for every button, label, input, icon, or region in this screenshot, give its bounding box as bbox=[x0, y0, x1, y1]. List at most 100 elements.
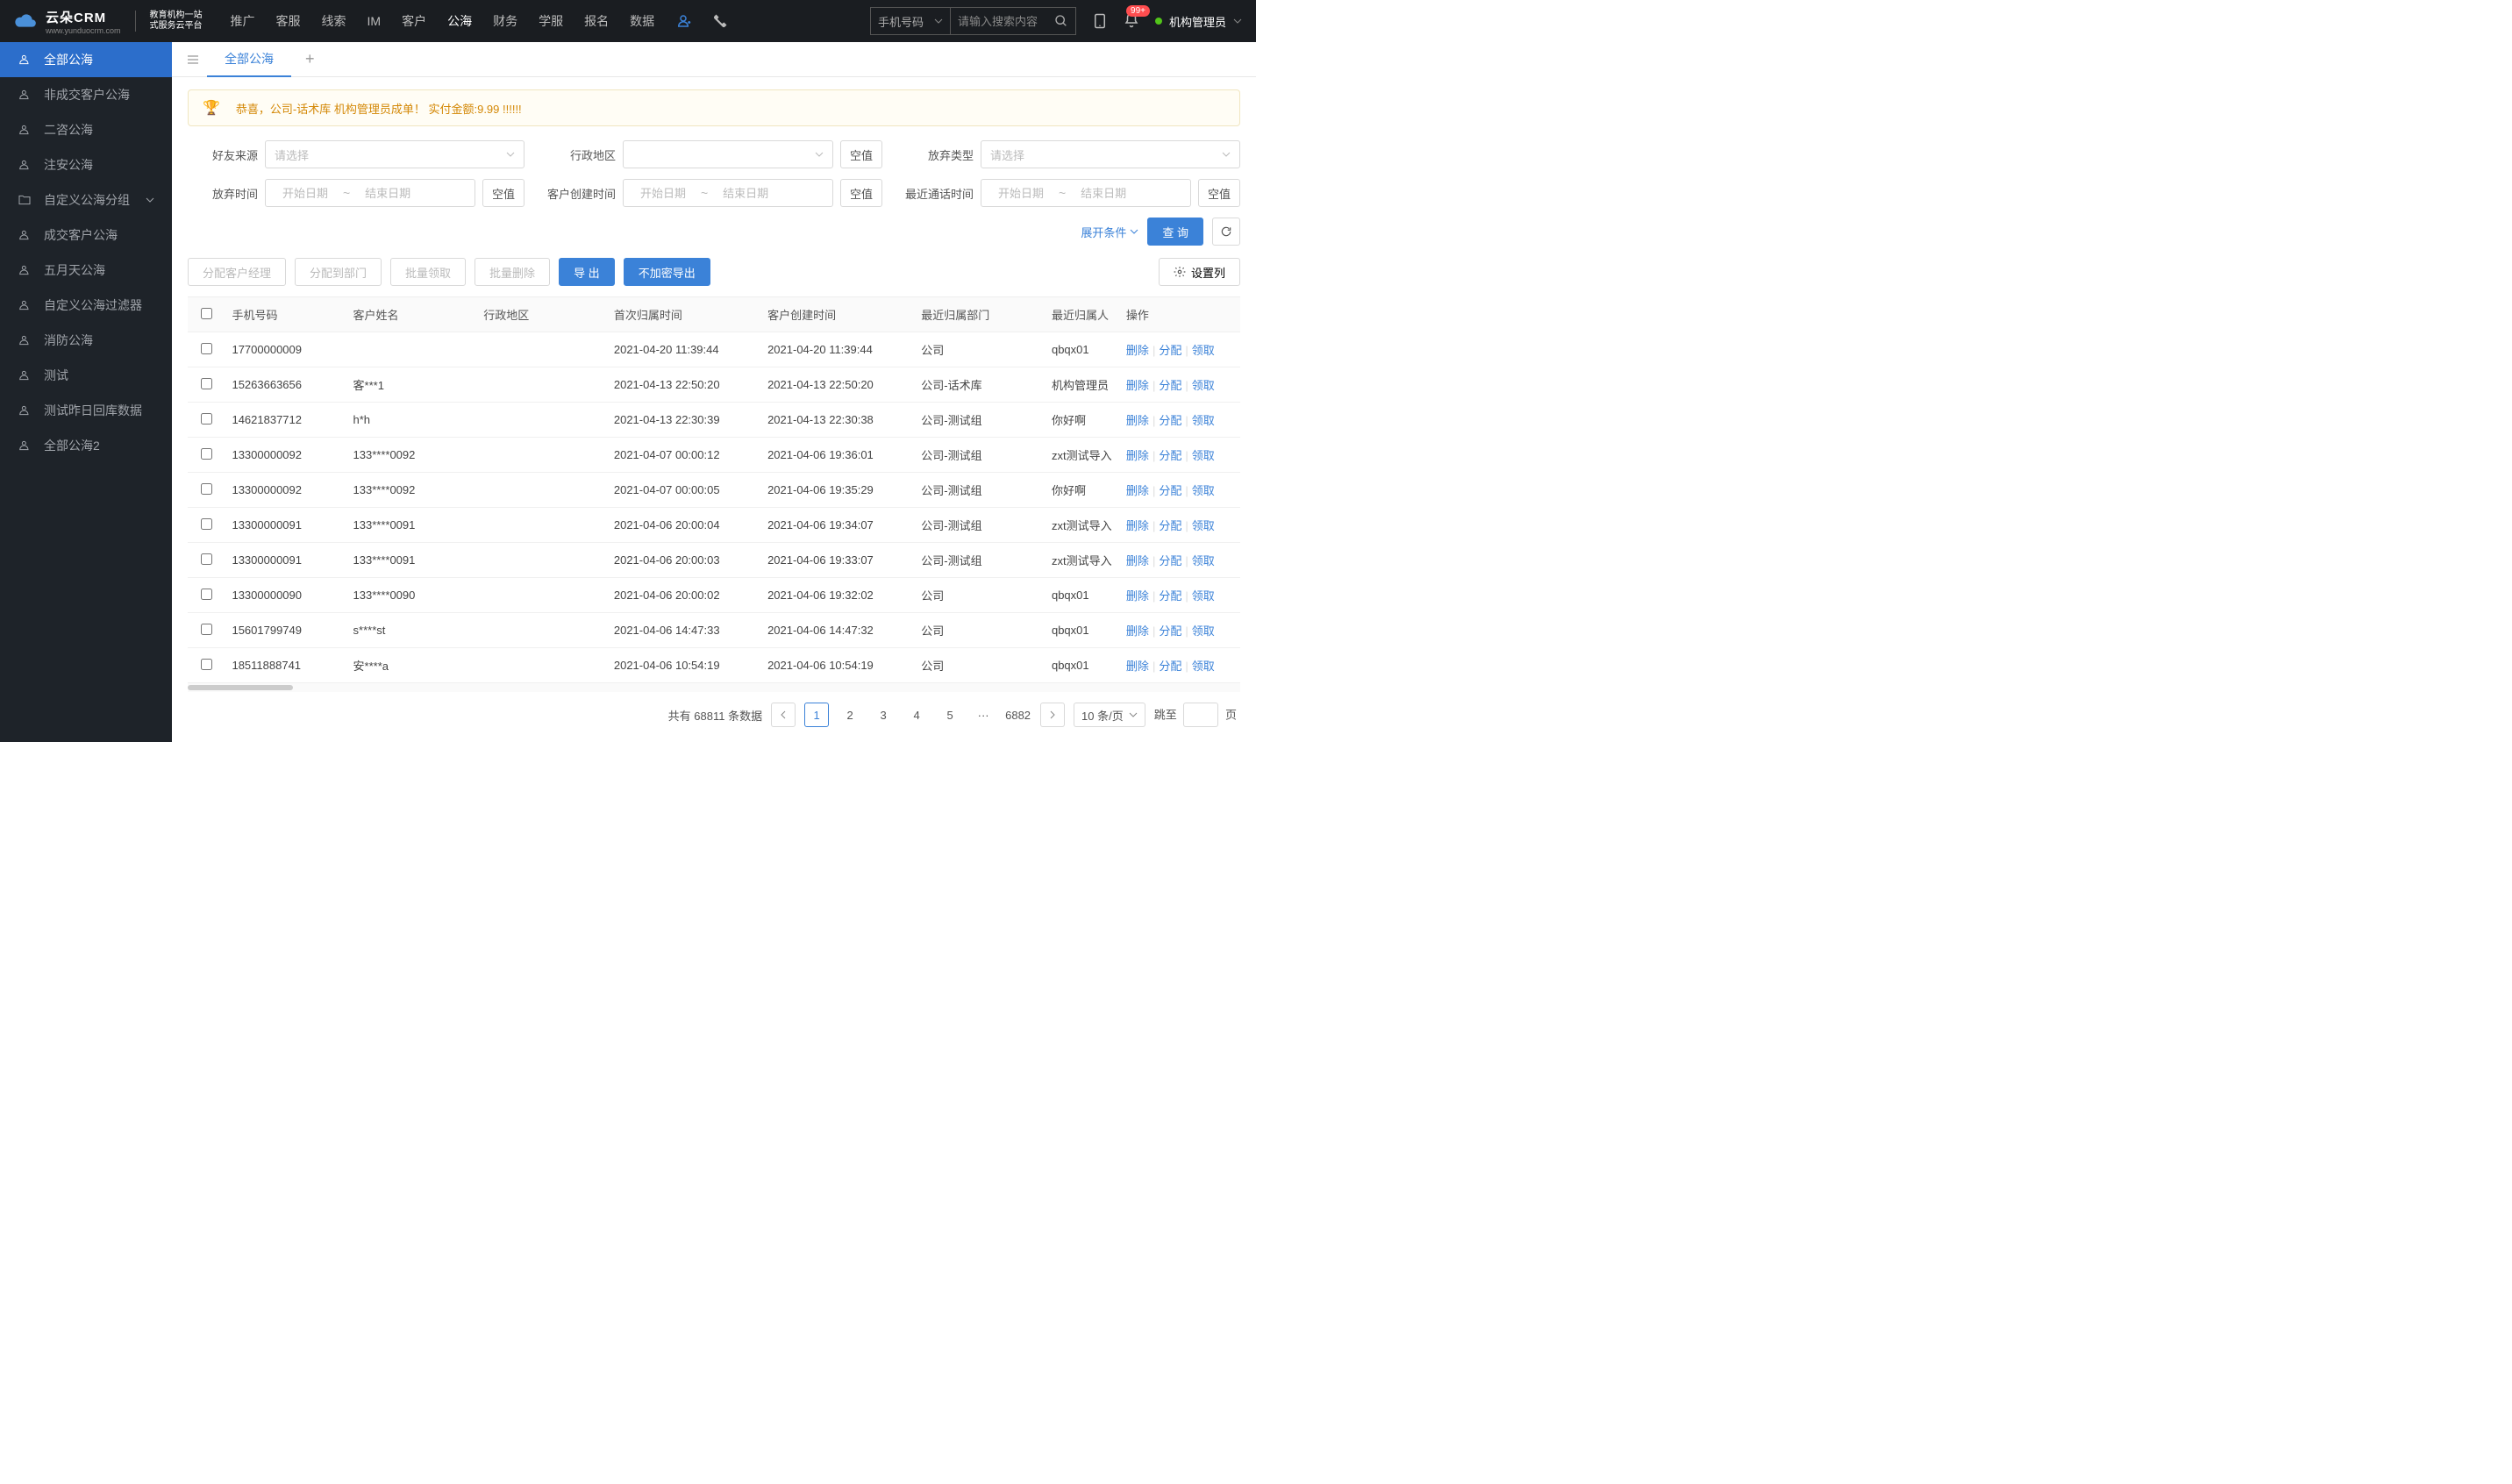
create-start-input[interactable] bbox=[632, 187, 694, 200]
empty-create-time[interactable]: 空值 bbox=[840, 179, 882, 207]
page-2[interactable]: 2 bbox=[838, 703, 862, 727]
next-page-button[interactable] bbox=[1040, 703, 1065, 727]
sidebar-item[interactable]: 成交客户公海 bbox=[0, 218, 172, 253]
row-checkbox[interactable] bbox=[201, 518, 212, 530]
row-checkbox[interactable] bbox=[201, 343, 212, 354]
search-type-select[interactable]: 手机号码 bbox=[871, 8, 951, 34]
op-delete[interactable]: 删除 bbox=[1126, 379, 1149, 392]
op-claim[interactable]: 领取 bbox=[1192, 624, 1215, 638]
sidebar-item[interactable]: 全部公海2 bbox=[0, 428, 172, 463]
add-user-icon[interactable] bbox=[675, 13, 691, 29]
export-button[interactable]: 导 出 bbox=[559, 258, 615, 286]
op-claim[interactable]: 领取 bbox=[1192, 379, 1215, 392]
sidebar-item[interactable]: 测试 bbox=[0, 358, 172, 393]
date-create-time[interactable]: ~ bbox=[623, 179, 833, 207]
notifications[interactable]: 99+ bbox=[1124, 12, 1139, 31]
page-1[interactable]: 1 bbox=[804, 703, 829, 727]
sidebar-item[interactable]: 全部公海 bbox=[0, 42, 172, 77]
op-assign[interactable]: 分配 bbox=[1159, 554, 1181, 567]
nav-customer[interactable]: 客户 bbox=[402, 12, 426, 30]
op-claim[interactable]: 领取 bbox=[1192, 484, 1215, 497]
row-checkbox[interactable] bbox=[201, 413, 212, 425]
nav-pool[interactable]: 公海 bbox=[447, 12, 472, 30]
abandon-start-input[interactable] bbox=[275, 187, 336, 200]
phone-icon[interactable] bbox=[712, 13, 728, 29]
logo[interactable]: 云朵CRM www.yunduocrm.com 教育机构一站 式服务云平台 bbox=[14, 8, 203, 35]
page-4[interactable]: 4 bbox=[904, 703, 929, 727]
sidebar-item[interactable]: 消防公海 bbox=[0, 323, 172, 358]
op-assign[interactable]: 分配 bbox=[1159, 414, 1181, 427]
create-end-input[interactable] bbox=[715, 187, 776, 200]
tab-all-pool[interactable]: 全部公海 bbox=[207, 42, 291, 77]
prev-page-button[interactable] bbox=[771, 703, 796, 727]
row-checkbox[interactable] bbox=[201, 659, 212, 670]
call-end-input[interactable] bbox=[1073, 187, 1134, 200]
abandon-end-input[interactable] bbox=[357, 187, 418, 200]
page-3[interactable]: 3 bbox=[871, 703, 896, 727]
date-call-time[interactable]: ~ bbox=[981, 179, 1191, 207]
page-jump-input[interactable] bbox=[1183, 703, 1218, 727]
user-menu[interactable]: 机构管理员 bbox=[1155, 13, 1242, 30]
op-delete[interactable]: 删除 bbox=[1126, 449, 1149, 462]
tablet-icon[interactable] bbox=[1092, 13, 1108, 29]
op-claim[interactable]: 领取 bbox=[1192, 589, 1215, 603]
op-delete[interactable]: 删除 bbox=[1126, 660, 1149, 673]
op-assign[interactable]: 分配 bbox=[1159, 519, 1181, 532]
row-checkbox[interactable] bbox=[201, 378, 212, 389]
op-delete[interactable]: 删除 bbox=[1126, 554, 1149, 567]
tabs-menu-icon[interactable] bbox=[179, 53, 207, 67]
sidebar-item[interactable]: 二咨公海 bbox=[0, 112, 172, 147]
page-ellipsis[interactable]: ··· bbox=[971, 703, 996, 727]
op-claim[interactable]: 领取 bbox=[1192, 344, 1215, 357]
row-checkbox[interactable] bbox=[201, 448, 212, 460]
nav-data[interactable]: 数据 bbox=[630, 12, 654, 30]
assign-mgr-button[interactable]: 分配客户经理 bbox=[188, 258, 286, 286]
sidebar-item[interactable]: 注安公海 bbox=[0, 147, 172, 182]
op-delete[interactable]: 删除 bbox=[1126, 484, 1149, 497]
search-input[interactable] bbox=[951, 15, 1047, 28]
call-start-input[interactable] bbox=[990, 187, 1052, 200]
nav-service[interactable]: 客服 bbox=[276, 12, 301, 30]
page-5[interactable]: 5 bbox=[938, 703, 962, 727]
op-delete[interactable]: 删除 bbox=[1126, 344, 1149, 357]
nav-finance[interactable]: 财务 bbox=[493, 12, 517, 30]
op-claim[interactable]: 领取 bbox=[1192, 554, 1215, 567]
page-last[interactable]: 6882 bbox=[1004, 703, 1031, 727]
query-button[interactable]: 查 询 bbox=[1147, 218, 1203, 246]
tab-add[interactable]: + bbox=[291, 50, 329, 68]
config-cols-button[interactable]: 设置列 bbox=[1159, 258, 1240, 286]
horizontal-scrollbar[interactable] bbox=[188, 683, 1240, 692]
nav-im[interactable]: IM bbox=[368, 14, 382, 28]
search-button[interactable] bbox=[1047, 8, 1075, 34]
row-checkbox[interactable] bbox=[201, 589, 212, 600]
row-checkbox[interactable] bbox=[201, 553, 212, 565]
page-size-select[interactable]: 10 条/页 bbox=[1074, 703, 1145, 727]
nav-study[interactable]: 学服 bbox=[539, 12, 563, 30]
nav-leads[interactable]: 线索 bbox=[322, 12, 346, 30]
op-claim[interactable]: 领取 bbox=[1192, 449, 1215, 462]
refresh-button[interactable] bbox=[1212, 218, 1240, 246]
expand-filters-link[interactable]: 展开条件 bbox=[1081, 224, 1138, 240]
nav-signup[interactable]: 报名 bbox=[584, 12, 609, 30]
batch-del-button[interactable]: 批量删除 bbox=[475, 258, 550, 286]
sidebar-item[interactable]: 五月天公海 bbox=[0, 253, 172, 288]
select-all-checkbox[interactable] bbox=[201, 308, 212, 319]
date-abandon-time[interactable]: ~ bbox=[265, 179, 475, 207]
select-abandon-type[interactable]: 请选择 bbox=[981, 140, 1240, 168]
row-checkbox[interactable] bbox=[201, 624, 212, 635]
op-assign[interactable]: 分配 bbox=[1159, 344, 1181, 357]
sidebar-item[interactable]: 非成交客户公海 bbox=[0, 77, 172, 112]
op-assign[interactable]: 分配 bbox=[1159, 660, 1181, 673]
select-friend-source[interactable]: 请选择 bbox=[265, 140, 525, 168]
op-claim[interactable]: 领取 bbox=[1192, 414, 1215, 427]
op-claim[interactable]: 领取 bbox=[1192, 519, 1215, 532]
nav-promo[interactable]: 推广 bbox=[231, 12, 255, 30]
sidebar-item[interactable]: 自定义公海过滤器 bbox=[0, 288, 172, 323]
select-region[interactable] bbox=[623, 140, 833, 168]
op-assign[interactable]: 分配 bbox=[1159, 589, 1181, 603]
export-plain-button[interactable]: 不加密导出 bbox=[624, 258, 710, 286]
sidebar-item[interactable]: 自定义公海分组 bbox=[0, 182, 172, 218]
empty-call-time[interactable]: 空值 bbox=[1198, 179, 1240, 207]
op-delete[interactable]: 删除 bbox=[1126, 519, 1149, 532]
empty-abandon-time[interactable]: 空值 bbox=[482, 179, 525, 207]
